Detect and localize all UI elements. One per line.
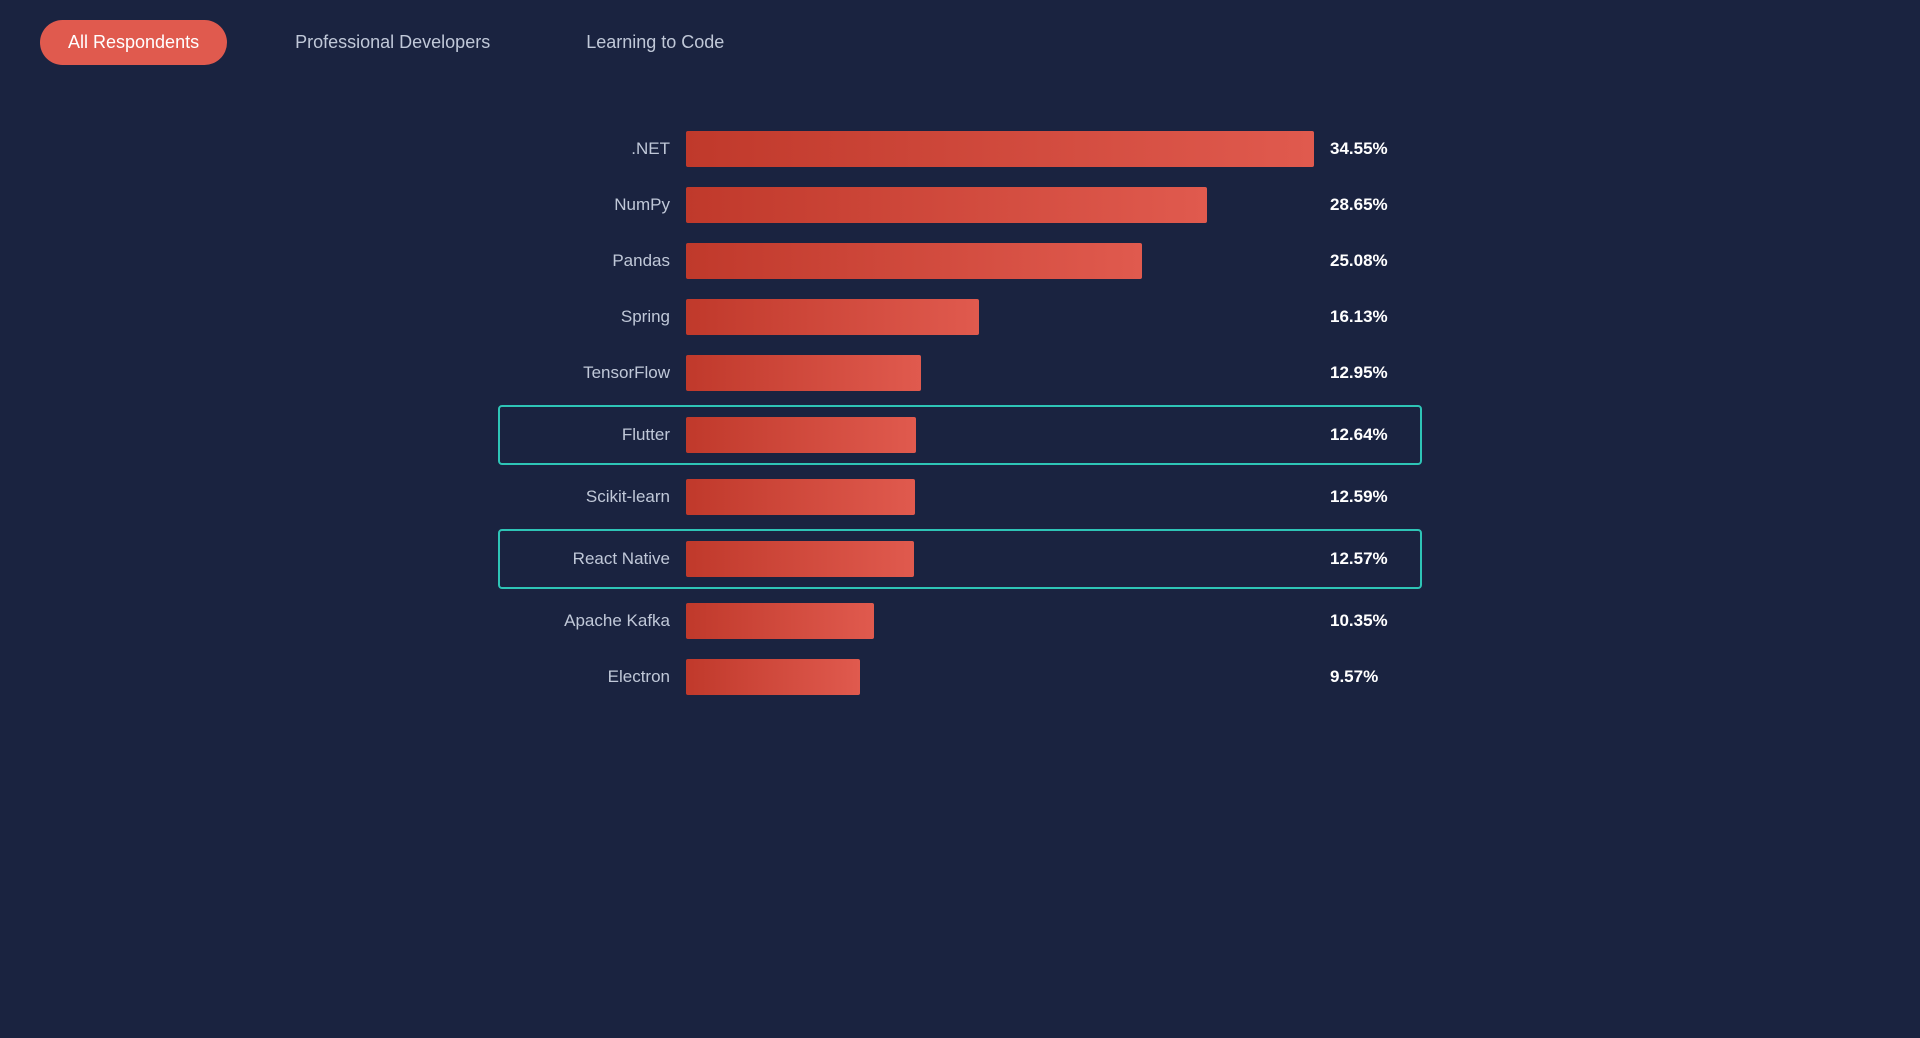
chart-row: Electron 9.57% xyxy=(510,653,1410,701)
tab-bar: All Respondents Professional Developers … xyxy=(0,0,1920,85)
chart-row: Pandas 25.08% xyxy=(510,237,1410,285)
bar-track xyxy=(686,355,1314,391)
bar-chart: .NET 34.55% NumPy 28.65% Pandas 25.08% Spring 1… xyxy=(0,85,1920,701)
tab-professional-developers[interactable]: Professional Developers xyxy=(267,20,518,65)
bar-track xyxy=(686,417,1314,453)
bar-value: 12.95% xyxy=(1330,363,1410,383)
bar-fill xyxy=(686,659,860,695)
bar-value: 12.59% xyxy=(1330,487,1410,507)
bar-fill xyxy=(686,541,914,577)
bar-fill xyxy=(686,187,1207,223)
bar-track xyxy=(686,299,1314,335)
bar-fill xyxy=(686,243,1142,279)
bar-value: 12.57% xyxy=(1330,549,1410,569)
bar-label: Spring xyxy=(510,307,670,327)
chart-row: Scikit-learn 12.59% xyxy=(510,473,1410,521)
bar-fill xyxy=(686,479,915,515)
chart-row: Spring 16.13% xyxy=(510,293,1410,341)
chart-row: Flutter 12.64% xyxy=(498,405,1422,465)
bar-track xyxy=(686,131,1314,167)
bar-fill xyxy=(686,355,921,391)
bar-label: Electron xyxy=(510,667,670,687)
bar-label: React Native xyxy=(510,549,670,569)
bar-fill xyxy=(686,131,1314,167)
bar-fill xyxy=(686,299,979,335)
bar-track xyxy=(686,603,1314,639)
chart-row: .NET 34.55% xyxy=(510,125,1410,173)
chart-row: Apache Kafka 10.35% xyxy=(510,597,1410,645)
bar-value: 34.55% xyxy=(1330,139,1410,159)
bar-label: Flutter xyxy=(510,425,670,445)
bar-value: 12.64% xyxy=(1330,425,1410,445)
bar-track xyxy=(686,659,1314,695)
bar-track xyxy=(686,541,1314,577)
bar-fill xyxy=(686,603,874,639)
bar-track xyxy=(686,187,1314,223)
bar-value: 10.35% xyxy=(1330,611,1410,631)
bar-label: Pandas xyxy=(510,251,670,271)
bar-fill xyxy=(686,417,916,453)
tab-all-respondents[interactable]: All Respondents xyxy=(40,20,227,65)
chart-row: NumPy 28.65% xyxy=(510,181,1410,229)
bar-label: .NET xyxy=(510,139,670,159)
bar-label: NumPy xyxy=(510,195,670,215)
bar-value: 16.13% xyxy=(1330,307,1410,327)
bar-track xyxy=(686,479,1314,515)
bar-label: TensorFlow xyxy=(510,363,670,383)
bar-track xyxy=(686,243,1314,279)
tab-learning-to-code[interactable]: Learning to Code xyxy=(558,20,752,65)
bar-value: 28.65% xyxy=(1330,195,1410,215)
chart-row: React Native 12.57% xyxy=(498,529,1422,589)
bar-value: 25.08% xyxy=(1330,251,1410,271)
bar-label: Scikit-learn xyxy=(510,487,670,507)
bar-label: Apache Kafka xyxy=(510,611,670,631)
bar-value: 9.57% xyxy=(1330,667,1410,687)
chart-row: TensorFlow 12.95% xyxy=(510,349,1410,397)
